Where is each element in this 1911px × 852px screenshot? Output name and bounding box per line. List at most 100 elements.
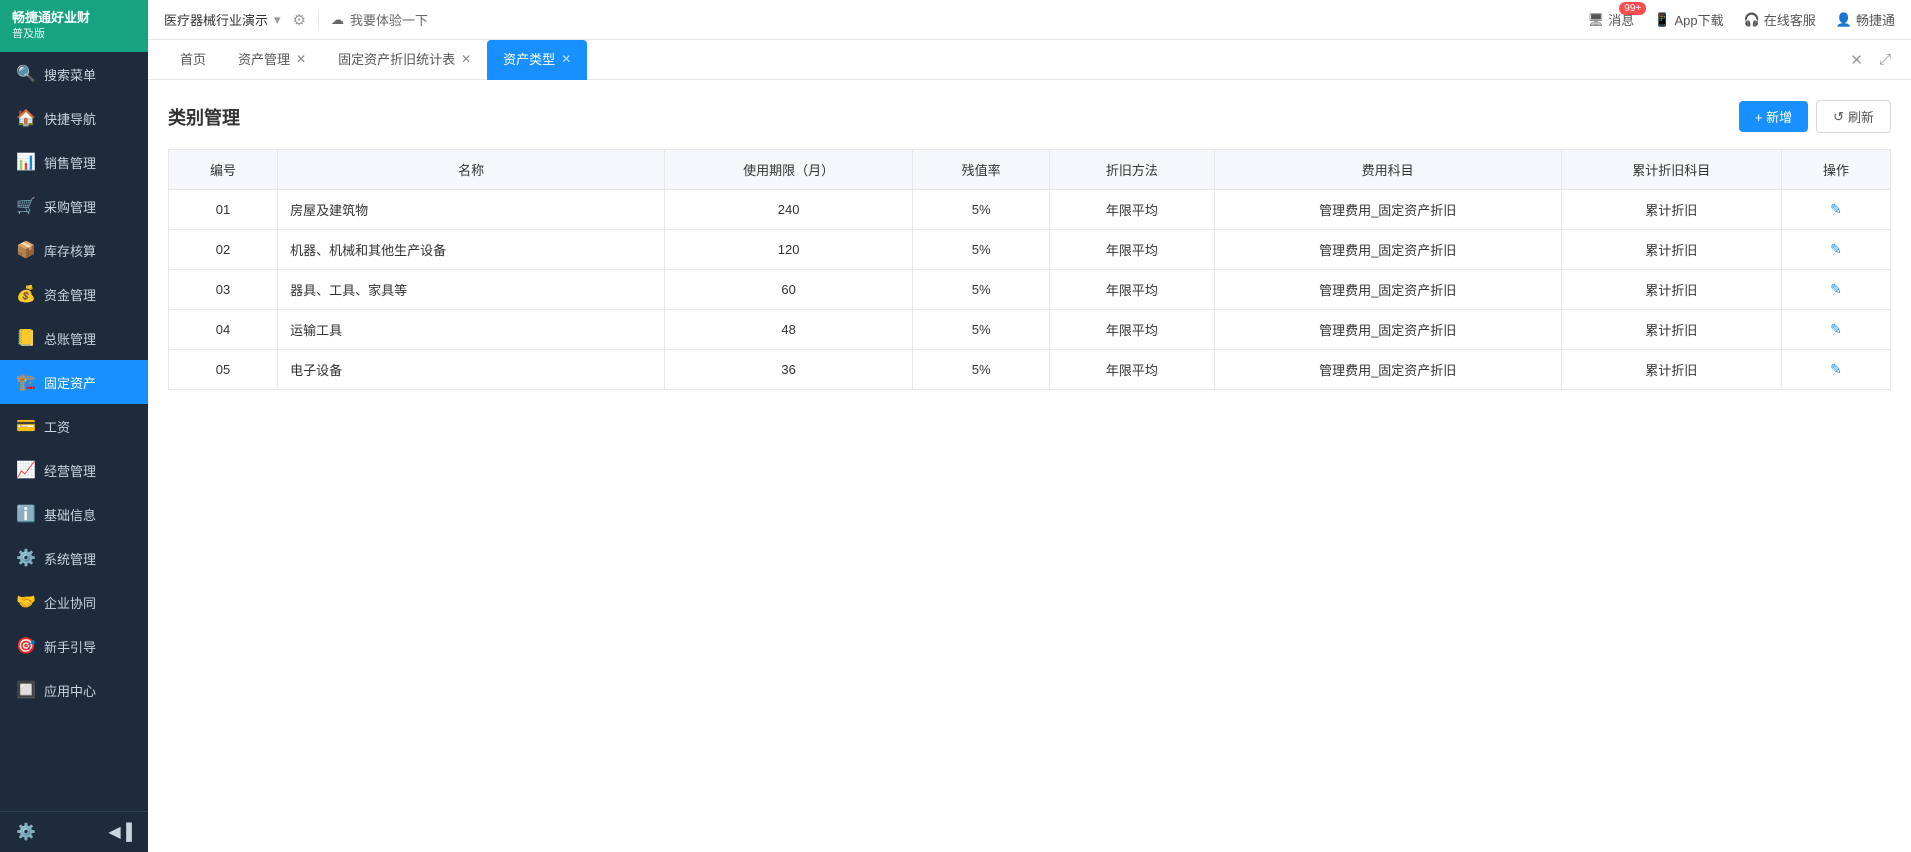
sidebar-item-search[interactable]: 🔍 搜索菜单: [0, 52, 148, 96]
refresh-button[interactable]: ↺ 刷新: [1816, 100, 1891, 133]
sidebar-item-ops[interactable]: 📈 经营管理: [0, 448, 148, 492]
cell-action[interactable]: ✎: [1781, 350, 1890, 390]
payroll-icon: 💳: [16, 416, 34, 436]
sidebar-item-ledger[interactable]: 📒 总账管理: [0, 316, 148, 360]
sidebar-item-label-basic-info: 基础信息: [44, 505, 96, 524]
sidebar-item-label-sales: 销售管理: [44, 153, 96, 172]
table-header-col: 名称: [278, 150, 665, 190]
tab-close-asset-mgmt[interactable]: ✕: [296, 52, 306, 66]
tab-close-asset-type[interactable]: ✕: [561, 52, 571, 66]
topbar-settings-icon[interactable]: ⚙: [293, 11, 306, 29]
topbar: 医疗器械行业演示 ▾ ⚙ ☁ 我要体验一下 🖥 消息 99+ 📱 App下载 🎧…: [148, 0, 1911, 40]
cell-method: 年限平均: [1050, 350, 1215, 390]
tab-asset-type[interactable]: 资产类型✕: [487, 40, 587, 80]
sidebar-item-purchase[interactable]: 🛒 采购管理: [0, 184, 148, 228]
cell-code: 04: [169, 310, 278, 350]
sidebar-item-label-guide: 新手引导: [44, 637, 96, 656]
table-row: 05电子设备365%年限平均管理费用_固定资产折旧累计折旧✎: [169, 350, 1891, 390]
sidebar-item-basic-info[interactable]: ℹ️ 基础信息: [0, 492, 148, 536]
collapse-icon[interactable]: ◀▐: [108, 822, 132, 842]
cell-expense: 管理费用_固定资产折旧: [1214, 270, 1561, 310]
table-header-col: 操作: [1781, 150, 1890, 190]
cell-expense: 管理费用_固定资产折旧: [1214, 190, 1561, 230]
bell-icon: 🖥: [1588, 12, 1605, 28]
cell-accumulated: 累计折旧: [1561, 350, 1781, 390]
sidebar-item-capital[interactable]: 💰 资金管理: [0, 272, 148, 316]
sidebar-menu: 🔍 搜索菜单 🏠 快捷导航 📊 销售管理 🛒 采购管理 📦 库存核算 💰 资金管…: [0, 52, 148, 811]
sidebar-item-fixed-asset[interactable]: 🏗️ 固定资产: [0, 360, 148, 404]
table-header-col: 费用科目: [1214, 150, 1561, 190]
cell-action[interactable]: ✎: [1781, 230, 1890, 270]
fixed-asset-icon: 🏗️: [16, 372, 34, 392]
sidebar-bottom: ⚙️ ◀▐: [0, 811, 148, 852]
new-button[interactable]: + 新增: [1739, 101, 1808, 132]
cell-code: 03: [169, 270, 278, 310]
sidebar-item-label-app-center: 应用中心: [44, 681, 96, 700]
cell-expense: 管理费用_固定资产折旧: [1214, 230, 1561, 270]
topbar-right: 🖥 消息 99+ 📱 App下载 🎧 在线客服 👤 畅捷通: [1588, 10, 1895, 29]
tab-depreciation-table[interactable]: 固定资产折旧统计表 ✕: [322, 40, 487, 80]
topbar-title: 医疗器械行业演示 ▾: [164, 10, 281, 29]
app-download-btn[interactable]: 📱 App下载: [1654, 10, 1723, 29]
cell-method: 年限平均: [1050, 270, 1215, 310]
tab-home[interactable]: 首页: [164, 40, 222, 80]
tabs-bar: 首页资产管理✕固定资产折旧统计表✕资产类型✕ ✕ ⤢: [148, 40, 1911, 80]
sidebar-item-payroll[interactable]: 💳 工资: [0, 404, 148, 448]
cell-action[interactable]: ✎: [1781, 270, 1890, 310]
edit-icon[interactable]: ✎: [1830, 321, 1842, 337]
close-tab-icon[interactable]: ✕: [1846, 47, 1867, 73]
dropdown-arrow-icon[interactable]: ▾: [274, 12, 281, 28]
cell-residual: 5%: [913, 230, 1050, 270]
customer-service-btn[interactable]: 🎧 在线客服: [1744, 10, 1816, 29]
experience-btn[interactable]: ☁ 我要体验一下: [331, 10, 428, 29]
sidebar-item-collab[interactable]: 🤝 企业协同: [0, 580, 148, 624]
sidebar-item-sales[interactable]: 📊 销售管理: [0, 140, 148, 184]
cell-name: 房屋及建筑物: [278, 190, 665, 230]
header-actions: + 新增 ↺ 刷新: [1739, 100, 1891, 133]
settings-icon[interactable]: ⚙️: [16, 822, 36, 842]
cell-name: 器具、工具、家具等: [278, 270, 665, 310]
category-table: 编号名称使用期限（月）残值率折旧方法费用科目累计折旧科目操作 01房屋及建筑物2…: [168, 149, 1891, 390]
app-logo: 畅捷通好业财 普及版: [0, 0, 148, 52]
cell-period: 36: [665, 350, 913, 390]
tab-close-depreciation-table[interactable]: ✕: [461, 52, 471, 66]
mobile-icon: 📱: [1654, 12, 1670, 28]
sidebar-item-app-center[interactable]: 🔲 应用中心: [0, 668, 148, 712]
cell-accumulated: 累计折旧: [1561, 190, 1781, 230]
cell-residual: 5%: [913, 190, 1050, 230]
cell-action[interactable]: ✎: [1781, 310, 1890, 350]
edit-icon[interactable]: ✎: [1830, 281, 1842, 297]
tab-asset-mgmt[interactable]: 资产管理✕: [222, 40, 322, 80]
expand-tab-icon[interactable]: ⤢: [1875, 47, 1895, 72]
tab-label-depreciation-table: 固定资产折旧统计表: [338, 49, 455, 68]
quicknav-icon: 🏠: [16, 108, 34, 128]
user-label: 畅捷通: [1856, 10, 1895, 29]
sidebar-item-quicknav[interactable]: 🏠 快捷导航: [0, 96, 148, 140]
search-icon: 🔍: [16, 64, 34, 84]
cell-action[interactable]: ✎: [1781, 190, 1890, 230]
sidebar-item-guide[interactable]: 🎯 新手引导: [0, 624, 148, 668]
cell-name: 电子设备: [278, 350, 665, 390]
table-header-col: 残值率: [913, 150, 1050, 190]
industry-label: 医疗器械行业演示: [164, 10, 268, 29]
edit-icon[interactable]: ✎: [1830, 201, 1842, 217]
sidebar-item-system[interactable]: ⚙️ 系统管理: [0, 536, 148, 580]
sales-icon: 📊: [16, 152, 34, 172]
sidebar-item-label-ops: 经营管理: [44, 461, 96, 480]
cell-accumulated: 累计折旧: [1561, 270, 1781, 310]
user-btn[interactable]: 👤 畅捷通: [1836, 10, 1895, 29]
headset-icon: 🎧: [1744, 12, 1760, 28]
sidebar-item-inventory[interactable]: 📦 库存核算: [0, 228, 148, 272]
edit-icon[interactable]: ✎: [1830, 241, 1842, 257]
guide-icon: 🎯: [16, 636, 34, 656]
table-row: 03器具、工具、家具等605%年限平均管理费用_固定资产折旧累计折旧✎: [169, 270, 1891, 310]
sidebar-item-label-search: 搜索菜单: [44, 65, 96, 84]
main-area: 医疗器械行业演示 ▾ ⚙ ☁ 我要体验一下 🖥 消息 99+ 📱 App下载 🎧…: [148, 0, 1911, 852]
sidebar-item-label-fixed-asset: 固定资产: [44, 373, 96, 392]
notifications-btn[interactable]: 🖥 消息 99+: [1588, 10, 1635, 29]
edit-icon[interactable]: ✎: [1830, 361, 1842, 377]
basic-info-icon: ℹ️: [16, 504, 34, 524]
experience-label: 我要体验一下: [350, 10, 428, 29]
sidebar-item-label-collab: 企业协同: [44, 593, 96, 612]
table-header-col: 折旧方法: [1050, 150, 1215, 190]
